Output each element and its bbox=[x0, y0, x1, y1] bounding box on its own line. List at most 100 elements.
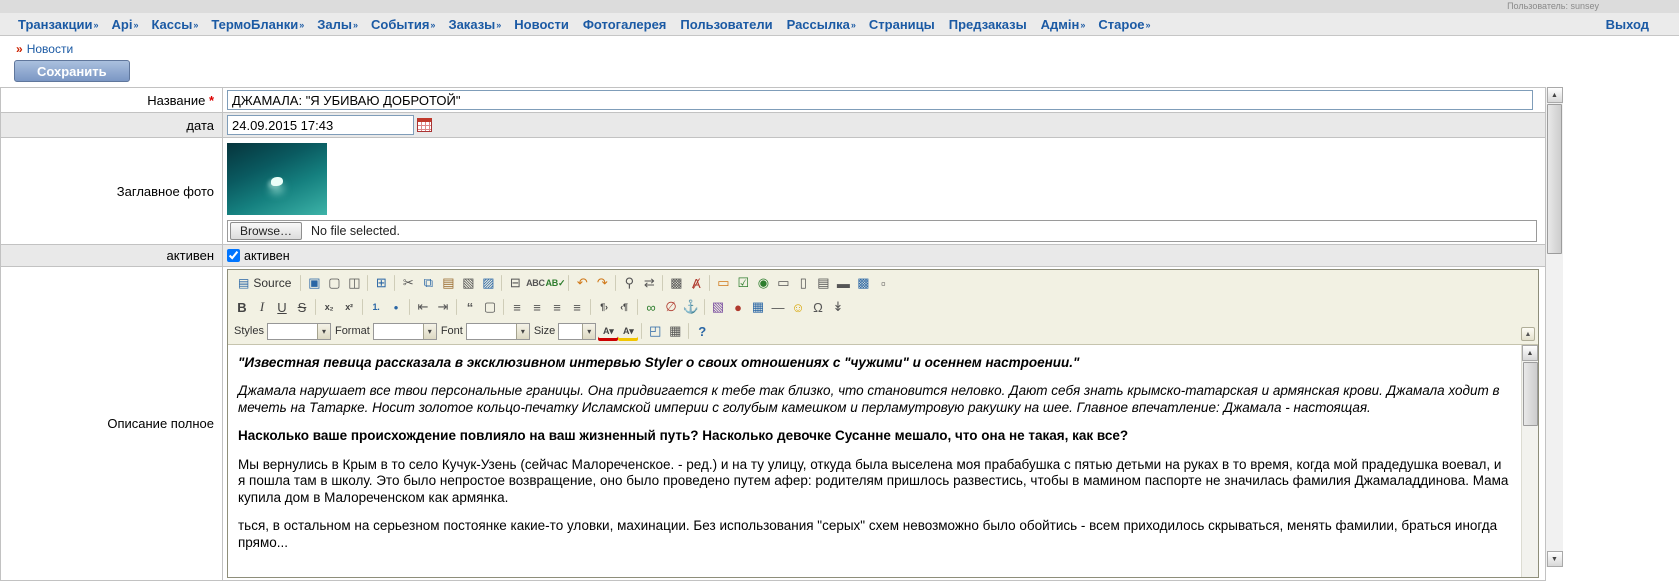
font-combo[interactable]: Font ▾ bbox=[441, 322, 530, 340]
remove-format-icon[interactable]: Ⱥ bbox=[686, 274, 706, 293]
div-container-icon[interactable]: ▢ bbox=[480, 298, 500, 317]
combo-box[interactable]: ▾ bbox=[465, 322, 530, 340]
file-input[interactable]: Browse… No file selected. bbox=[227, 220, 1537, 242]
spellcheck-icon[interactable]: ABC bbox=[525, 274, 545, 293]
save-button[interactable]: Сохранить bbox=[14, 60, 130, 82]
align-center-icon[interactable]: ≡ bbox=[527, 298, 547, 317]
select-all-icon[interactable]: ▩ bbox=[666, 274, 686, 293]
image-button-icon[interactable]: ▩ bbox=[853, 274, 873, 293]
strike-icon[interactable]: S bbox=[292, 298, 312, 317]
menu-item-api[interactable]: Api» bbox=[112, 17, 139, 32]
textarea-icon[interactable]: ▯ bbox=[793, 274, 813, 293]
blockquote-icon[interactable]: “ bbox=[460, 298, 480, 317]
text-color-icon[interactable]: A▾ bbox=[598, 322, 618, 341]
scroll-up-icon[interactable]: ▲ bbox=[1522, 345, 1538, 361]
rtl-icon[interactable]: ‹¶ bbox=[614, 298, 634, 317]
cut-icon[interactable]: ✂ bbox=[398, 274, 418, 293]
logout-link[interactable]: Выход bbox=[1606, 17, 1649, 32]
underline-icon[interactable]: U bbox=[272, 298, 292, 317]
browse-button[interactable]: Browse… bbox=[230, 222, 303, 240]
button-icon[interactable]: ▬ bbox=[833, 274, 853, 293]
align-right-icon[interactable]: ≡ bbox=[547, 298, 567, 317]
radio-icon[interactable]: ◉ bbox=[753, 274, 773, 293]
page-scrollbar-thumb[interactable] bbox=[1547, 104, 1562, 254]
page-scrollbar[interactable]: ▲ ▼ bbox=[1546, 87, 1563, 567]
form-icon[interactable]: ▭ bbox=[713, 274, 733, 293]
name-input[interactable] bbox=[227, 90, 1533, 110]
copy-icon[interactable]: ⧉ bbox=[418, 274, 438, 293]
indent-icon[interactable]: ⇥ bbox=[433, 298, 453, 317]
numbered-list-icon[interactable]: 1. bbox=[366, 298, 386, 317]
scroll-up-icon[interactable]: ▲ bbox=[1546, 87, 1563, 103]
bg-color-icon[interactable]: A▾ bbox=[618, 322, 638, 341]
anchor-icon[interactable]: ⚓ bbox=[681, 298, 701, 317]
redo-icon[interactable]: ↷ bbox=[592, 274, 612, 293]
scroll-down-icon[interactable]: ▼ bbox=[1546, 551, 1563, 567]
source-button[interactable]: ▤ Source bbox=[232, 274, 297, 293]
save-icon[interactable]: ▣ bbox=[304, 274, 324, 293]
editor-scrollbar-thumb[interactable] bbox=[1522, 362, 1538, 426]
superscript-icon[interactable]: x² bbox=[339, 298, 359, 317]
menu-item-stranitsy[interactable]: Страницы bbox=[869, 17, 936, 32]
editor-content[interactable]: "Известная певица рассказала в эксклюзив… bbox=[228, 345, 1521, 577]
preview-icon[interactable]: ◫ bbox=[344, 274, 364, 293]
replace-icon[interactable]: ⇄ bbox=[639, 274, 659, 293]
menu-item-predzakazy[interactable]: Предзаказы bbox=[949, 17, 1028, 32]
smiley-icon[interactable]: ☺ bbox=[788, 298, 808, 317]
bullet-list-icon[interactable]: • bbox=[386, 298, 406, 317]
select-field-icon[interactable]: ▤ bbox=[813, 274, 833, 293]
text-field-icon[interactable]: ▭ bbox=[773, 274, 793, 293]
menu-item-kassy[interactable]: Кассы» bbox=[151, 17, 198, 32]
scayt-icon[interactable]: AB✓ bbox=[545, 274, 566, 293]
unlink-icon[interactable]: ∅ bbox=[661, 298, 681, 317]
format-combo[interactable]: Format ▾ bbox=[335, 322, 437, 340]
special-char-icon[interactable]: Ω bbox=[808, 298, 828, 317]
about-icon[interactable]: ? bbox=[692, 322, 712, 341]
justify-icon[interactable]: ≡ bbox=[567, 298, 587, 317]
bold-icon[interactable]: B bbox=[232, 298, 252, 317]
chevron-down-icon[interactable]: ▾ bbox=[316, 323, 330, 339]
paste-text-icon[interactable]: ▧ bbox=[458, 274, 478, 293]
italic-icon[interactable]: I bbox=[252, 298, 272, 317]
horizontal-rule-icon[interactable]: ― bbox=[768, 298, 788, 317]
hidden-field-icon[interactable]: ▫ bbox=[873, 274, 893, 293]
outdent-icon[interactable]: ⇤ bbox=[413, 298, 433, 317]
menu-item-zakazy[interactable]: Заказы» bbox=[448, 17, 501, 32]
align-left-icon[interactable]: ≡ bbox=[507, 298, 527, 317]
image-icon[interactable]: ▧ bbox=[708, 298, 728, 317]
menu-item-termoblanki[interactable]: ТермоБланки» bbox=[211, 17, 304, 32]
menu-item-transactions[interactable]: Транзакции» bbox=[18, 17, 99, 32]
find-icon[interactable]: ⚲ bbox=[619, 274, 639, 293]
subscript-icon[interactable]: x₂ bbox=[319, 298, 339, 317]
menu-item-polzovateli[interactable]: Пользователи bbox=[680, 17, 773, 32]
print-icon[interactable]: ⊟ bbox=[505, 274, 525, 293]
menu-item-rassylka[interactable]: Рассылка» bbox=[787, 17, 856, 32]
combo-box[interactable]: ▾ bbox=[266, 322, 331, 340]
menu-item-sobytiya[interactable]: События» bbox=[371, 17, 435, 32]
breadcrumb-link-news[interactable]: Новости bbox=[27, 42, 73, 56]
active-checkbox[interactable] bbox=[227, 249, 240, 262]
new-page-icon[interactable]: ▢ bbox=[324, 274, 344, 293]
calendar-icon[interactable] bbox=[417, 118, 432, 132]
menu-item-zaly[interactable]: Залы» bbox=[317, 17, 358, 32]
chevron-down-icon[interactable]: ▾ bbox=[582, 323, 596, 339]
chevron-down-icon[interactable]: ▾ bbox=[422, 323, 436, 339]
ltr-icon[interactable]: ¶› bbox=[594, 298, 614, 317]
combo-box[interactable]: ▾ bbox=[558, 322, 597, 340]
toolbar-collapse-button[interactable]: ▲ bbox=[1521, 327, 1535, 341]
table-icon[interactable]: ▦ bbox=[748, 298, 768, 317]
show-blocks-icon[interactable]: ▦ bbox=[665, 322, 685, 341]
link-icon[interactable]: ∞ bbox=[641, 298, 661, 317]
templates-icon[interactable]: ⊞ bbox=[371, 274, 391, 293]
undo-icon[interactable]: ↶ bbox=[572, 274, 592, 293]
editor-scrollbar[interactable]: ▲ bbox=[1521, 345, 1538, 577]
combo-box[interactable]: ▾ bbox=[372, 322, 437, 340]
menu-item-admin[interactable]: Адмін» bbox=[1041, 17, 1086, 32]
menu-item-staroe[interactable]: Старое» bbox=[1098, 17, 1150, 32]
date-input[interactable] bbox=[227, 115, 414, 135]
maximize-icon[interactable]: ◰ bbox=[645, 322, 665, 341]
page-break-icon[interactable]: ↡ bbox=[828, 298, 848, 317]
paste-icon[interactable]: ▤ bbox=[438, 274, 458, 293]
styles-combo[interactable]: Styles ▾ bbox=[234, 322, 331, 340]
flash-icon[interactable]: ● bbox=[728, 298, 748, 317]
